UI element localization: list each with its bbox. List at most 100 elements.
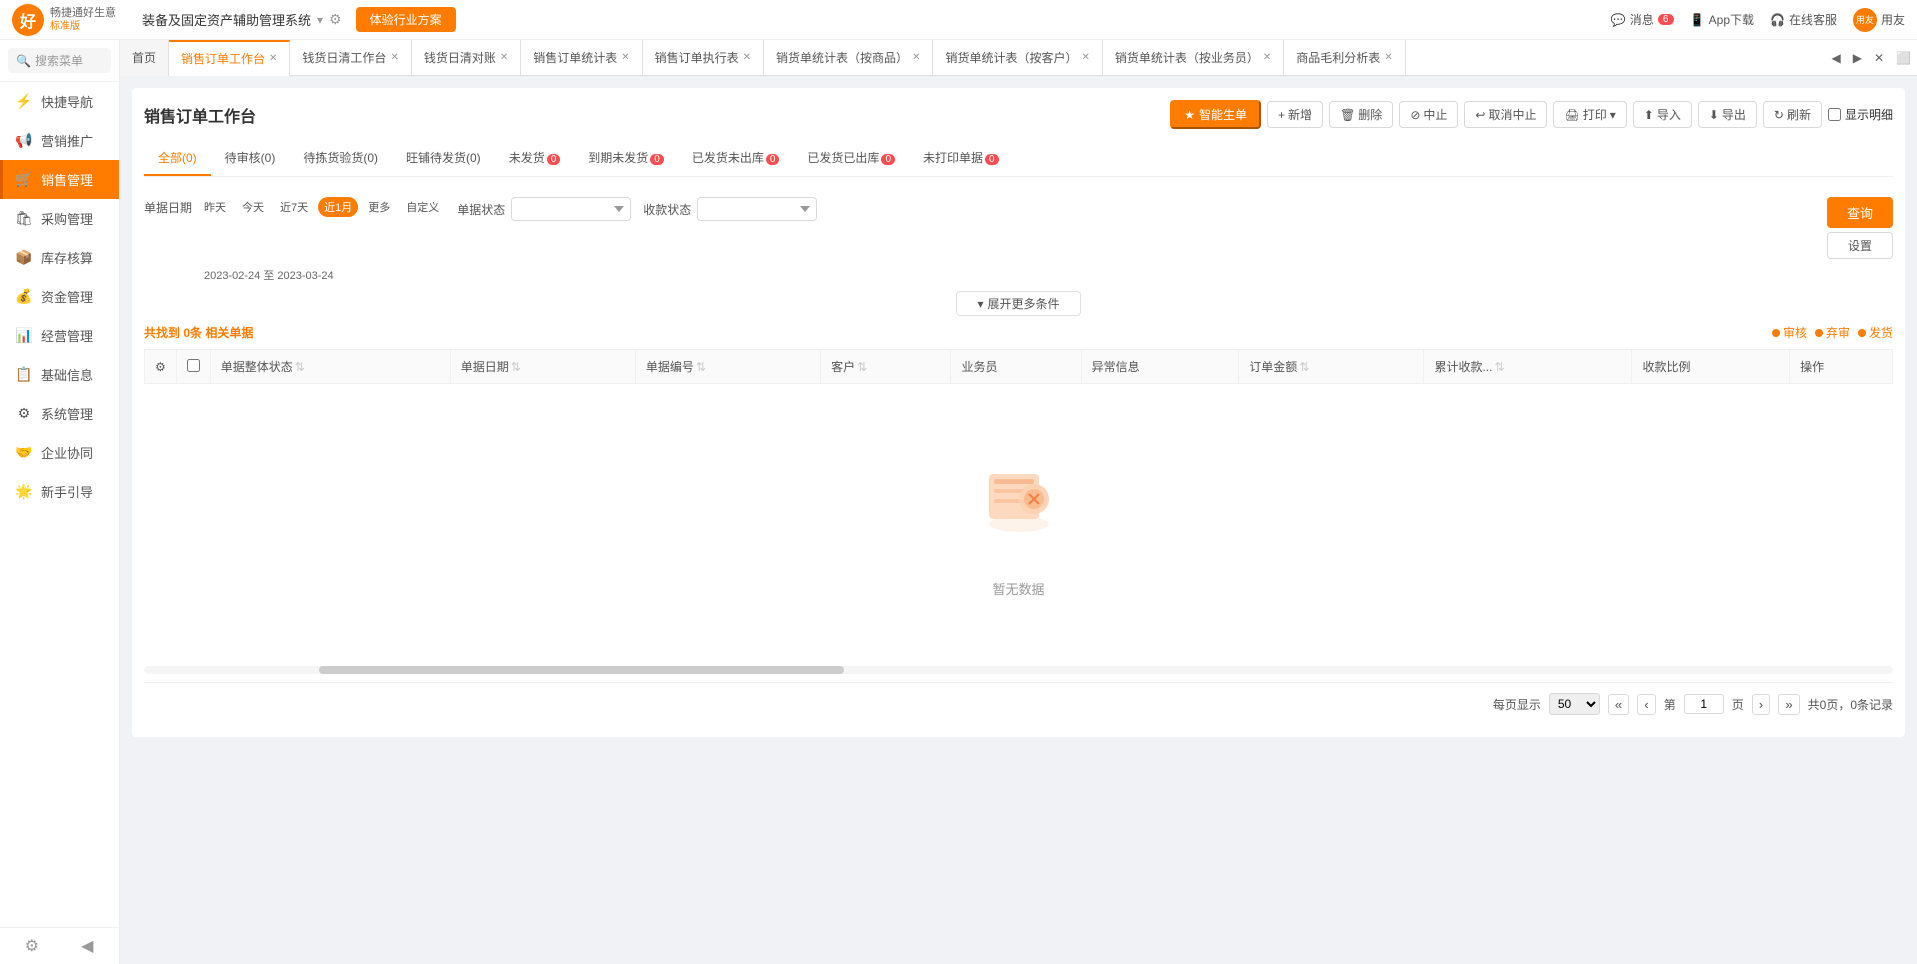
filter-tab-shipped-stored[interactable]: 已发货已出库0 xyxy=(793,141,909,176)
th-settings[interactable]: ⚙ xyxy=(145,350,177,384)
query-button[interactable]: 查询 xyxy=(1827,197,1893,228)
print-button[interactable]: 🖨 打印 ▾ xyxy=(1553,101,1626,128)
show-detail-checkbox[interactable] xyxy=(1828,108,1841,121)
smart-create-button[interactable]: ★ 智能生单 xyxy=(1170,100,1261,129)
table-body: 暂无数据 xyxy=(145,384,1893,659)
sort-customer-icon[interactable]: ⇅ xyxy=(857,360,867,374)
filter-tab-pending-inspect[interactable]: 待拣货验货(0) xyxy=(289,141,392,176)
tab-cash-daily[interactable]: 钱货日清工作台 ✕ xyxy=(290,40,411,76)
sidebar-collapse-btn[interactable]: ◀ xyxy=(64,936,112,956)
stop-button[interactable]: ⊘ 中止 xyxy=(1399,101,1458,128)
refresh-icon: ↻ xyxy=(1774,108,1784,122)
add-button[interactable]: + 新增 xyxy=(1267,101,1323,128)
tab-close-all[interactable]: ✕ xyxy=(1868,51,1890,65)
sidebar-item-finance[interactable]: 💰 资金管理 xyxy=(0,277,119,316)
tab-close-sales-order[interactable]: ✕ xyxy=(269,53,277,64)
sidebar-item-quick-nav[interactable]: ⚡ 快捷导航 xyxy=(0,82,119,121)
sidebar-item-sales[interactable]: 🛒 销售管理 xyxy=(0,160,119,199)
th-checkbox[interactable] xyxy=(176,350,210,384)
filter-tab-overdue[interactable]: 到期未发货0 xyxy=(574,141,678,176)
cancel-review-action-btn[interactable]: 弃审 xyxy=(1815,324,1850,341)
filter-tab-not-shipped[interactable]: 未发货0 xyxy=(495,141,575,176)
page-number-input[interactable] xyxy=(1684,694,1724,714)
sidebar-item-new-guide[interactable]: 🌟 新手引导 xyxy=(0,472,119,511)
sidebar-item-enterprise[interactable]: 🤝 企业协同 xyxy=(0,433,119,472)
review-action-btn[interactable]: 审核 xyxy=(1772,324,1807,341)
sort-status-icon[interactable]: ⇅ xyxy=(295,360,305,374)
search-input-area[interactable]: 🔍 搜索菜单 xyxy=(8,48,111,73)
tab-close-sales-exec[interactable]: ✕ xyxy=(743,52,751,63)
cancel-stop-button[interactable]: ↩ 取消中止 xyxy=(1464,101,1547,128)
expand-conditions-button[interactable]: ▾ 展开更多条件 xyxy=(956,291,1080,316)
next-page-button[interactable]: › xyxy=(1752,694,1770,715)
sort-received-icon[interactable]: ⇅ xyxy=(1494,360,1504,374)
tab-close-cash-daily[interactable]: ✕ xyxy=(390,52,398,63)
sidebar-search-area[interactable]: 🔍 搜索菜单 xyxy=(0,40,119,82)
gear-icon[interactable]: ⚙ xyxy=(329,11,342,28)
sidebar-item-marketing[interactable]: 📢 营销推广 xyxy=(0,121,119,160)
ship-action-btn[interactable]: 发货 xyxy=(1858,324,1893,341)
sidebar-item-inventory[interactable]: 📦 库存核算 xyxy=(0,238,119,277)
refresh-button[interactable]: ↻ 刷新 xyxy=(1763,101,1822,128)
dropdown-icon[interactable]: ▾ xyxy=(317,13,323,27)
tab-close-summary1[interactable]: ✕ xyxy=(912,52,920,63)
sidebar-item-purchase[interactable]: 🛍 采购管理 xyxy=(0,199,119,238)
sidebar-item-basic-info[interactable]: 📋 基础信息 xyxy=(0,355,119,394)
date-btn-7days[interactable]: 近7天 xyxy=(274,197,314,217)
tab-close-sales-stat[interactable]: ✕ xyxy=(621,52,629,63)
delete-button[interactable]: 🗑 删除 xyxy=(1329,101,1393,128)
filter-tab-shipped-not-stored[interactable]: 已发货未出库0 xyxy=(678,141,794,176)
first-page-button[interactable]: « xyxy=(1608,694,1629,715)
tab-nav-prev[interactable]: ◀ xyxy=(1826,51,1847,65)
horizontal-scrollbar[interactable] xyxy=(144,666,1893,674)
industry-button[interactable]: 体验行业方案 xyxy=(356,7,456,32)
tab-close-summary2[interactable]: ✕ xyxy=(1081,52,1089,63)
message-item[interactable]: 💬 消息 6 xyxy=(1611,11,1674,28)
tab-home[interactable]: 首页 xyxy=(120,40,169,76)
date-btn-yesterday[interactable]: 昨天 xyxy=(198,197,232,217)
tab-close-margin[interactable]: ✕ xyxy=(1384,52,1392,63)
tab-close-cash-reconcile[interactable]: ✕ xyxy=(500,52,508,63)
date-btn-more[interactable]: 更多 xyxy=(362,197,396,217)
import-button[interactable]: ⬆ 导入 xyxy=(1633,101,1692,128)
pay-status-select[interactable] xyxy=(697,197,817,221)
show-detail-label[interactable]: 显示明细 xyxy=(1828,106,1893,123)
tab-sales-order[interactable]: 销售订单工作台 ✕ xyxy=(169,40,290,76)
sidebar-item-system[interactable]: ⚙ 系统管理 xyxy=(0,394,119,433)
system-name: 装备及固定资产辅助管理系统 xyxy=(142,10,311,29)
tab-sales-exec[interactable]: 销售订单执行表 ✕ xyxy=(643,40,764,76)
select-all-checkbox[interactable] xyxy=(187,359,200,372)
tab-maximize[interactable]: ⬜ xyxy=(1890,51,1917,65)
page-size-select[interactable]: 50 10 20 100 xyxy=(1549,693,1600,715)
last-page-button[interactable]: » xyxy=(1778,694,1799,715)
sort-number-icon[interactable]: ⇅ xyxy=(696,360,706,374)
tab-sales-stat[interactable]: 销售订单统计表 ✕ xyxy=(521,40,642,76)
tab-nav-next[interactable]: ▶ xyxy=(1847,51,1868,65)
filter-tab-all[interactable]: 全部(0) xyxy=(144,141,211,176)
prev-page-button[interactable]: ‹ xyxy=(1637,694,1655,715)
sort-amount-icon[interactable]: ⇅ xyxy=(1299,360,1309,374)
app-download-item[interactable]: 📱 App下载 xyxy=(1690,11,1754,28)
tab-sales-summary1[interactable]: 销货单统计表（按商品） ✕ xyxy=(764,40,933,76)
date-btn-custom[interactable]: 自定义 xyxy=(400,197,445,217)
scrollbar-thumb[interactable] xyxy=(319,666,844,674)
date-btn-1month[interactable]: 近1月 xyxy=(318,197,358,217)
date-range-display: 2023-02-24 至 2023-03-24 xyxy=(144,267,1893,283)
sidebar-item-operation[interactable]: 📊 经营管理 xyxy=(0,316,119,355)
online-service-item[interactable]: 🎧 在线客服 xyxy=(1770,11,1837,28)
status-select[interactable] xyxy=(511,197,631,221)
filter-tab-not-printed[interactable]: 未打印单据0 xyxy=(909,141,1013,176)
filter-tab-pending-review[interactable]: 待审核(0) xyxy=(211,141,290,176)
sidebar-settings-btn[interactable]: ⚙ xyxy=(8,936,56,956)
export-button[interactable]: ⬇ 导出 xyxy=(1698,101,1757,128)
tab-cash-reconcile[interactable]: 钱货日清对账 ✕ xyxy=(412,40,521,76)
set-button[interactable]: 设置 xyxy=(1827,232,1893,259)
date-btn-today[interactable]: 今天 xyxy=(236,197,270,217)
sort-date-icon[interactable]: ⇅ xyxy=(511,360,521,374)
filter-tab-wangpu[interactable]: 旺铺待发货(0) xyxy=(392,141,495,176)
user-item[interactable]: 用友 用友 xyxy=(1853,8,1905,32)
tab-margin-analysis[interactable]: 商品毛利分析表 ✕ xyxy=(1284,40,1405,76)
tab-sales-summary3[interactable]: 销货单统计表（按业务员） ✕ xyxy=(1103,40,1284,76)
tab-close-summary3[interactable]: ✕ xyxy=(1263,52,1271,63)
tab-sales-summary2[interactable]: 销货单统计表（按客户） ✕ xyxy=(933,40,1102,76)
